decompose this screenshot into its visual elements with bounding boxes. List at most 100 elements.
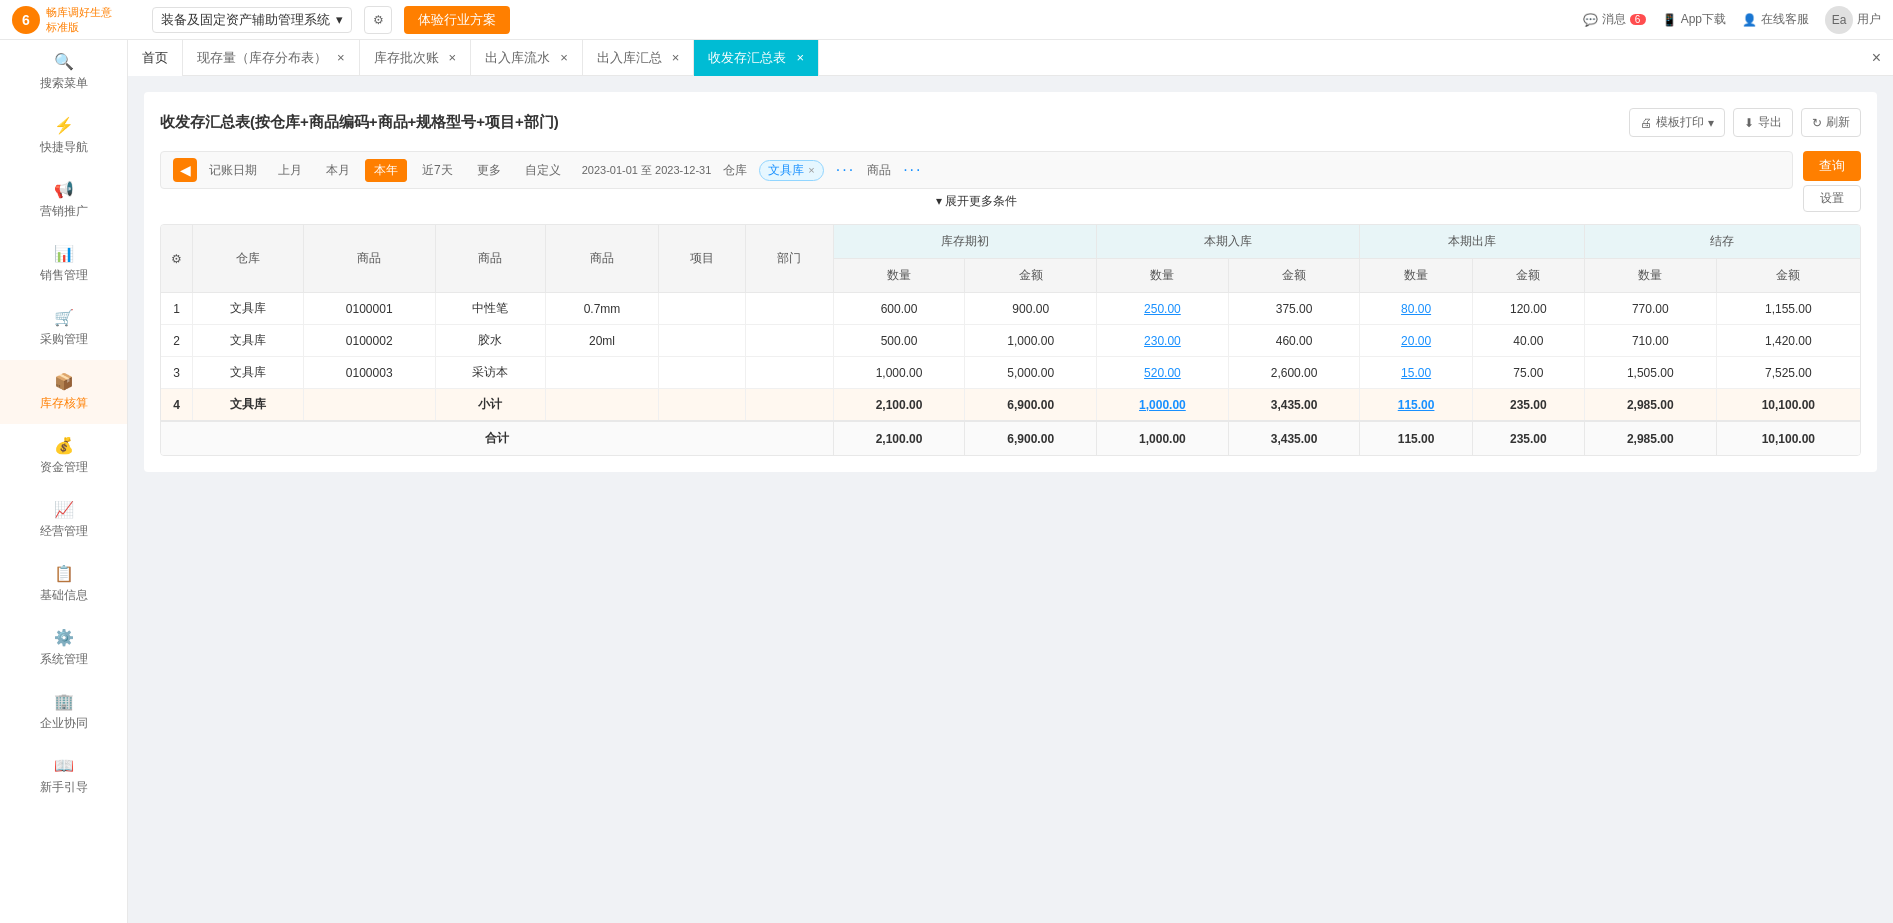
system-dropdown[interactable]: 装备及固定资产辅助管理系统 ▾ [152,7,352,33]
row-bal-amt: 7,525.00 [1716,357,1860,389]
tab-inout-summary-close[interactable]: × [672,50,680,65]
row-begin-amt: 900.00 [965,293,1097,325]
sidebar-item-guide[interactable]: 📖 新手引导 [0,744,127,808]
row-out-amt: 40.00 [1472,325,1584,357]
tab-bar: 首页 现存量（库存分布表） × 库存批次账 × 出入库流水 × 出入库汇总 × … [128,40,1893,76]
row-num: 4 [161,389,193,422]
th-dept: 部门 [746,225,834,293]
trial-button[interactable]: 体验行业方案 [404,6,510,34]
footer-out-qty: 115.00 [1360,421,1472,455]
tab-inout-flow[interactable]: 出入库流水 × [471,40,583,76]
th-out-qty: 数量 [1360,259,1472,293]
sidebar-label-quicknav: 快捷导航 [40,139,88,156]
tab-inventory-dist-close[interactable]: × [337,50,345,65]
sidebar-item-purchase[interactable]: 🛒 采购管理 [0,296,127,360]
filter-settings-btn[interactable]: 设置 [1803,185,1861,212]
date-btn-7days[interactable]: 近7天 [413,159,462,182]
export-btn[interactable]: ⬇ 导出 [1733,108,1793,137]
th-spec: 商品 [546,225,658,293]
row-in-qty[interactable]: 520.00 [1097,357,1229,389]
date-btn-this-year[interactable]: 本年 [365,159,407,182]
sidebar-item-basic-info[interactable]: 📋 基础信息 [0,552,127,616]
row-in-amt: 2,600.00 [1228,357,1360,389]
tab-batch-ledger[interactable]: 库存批次账 × [360,40,472,76]
th-bal-amt: 金额 [1716,259,1860,293]
table-settings-icon[interactable]: ⚙ [171,252,182,266]
sidebar-item-inventory[interactable]: 📦 库存核算 [0,360,127,424]
tab-receive-send-close[interactable]: × [796,50,804,65]
tab-inout-flow-close[interactable]: × [560,50,568,65]
sidebar-item-enterprise[interactable]: 🏢 企业协同 [0,680,127,744]
print-template-btn[interactable]: 🖨 模板打印 ▾ [1629,108,1725,137]
row-code: 0100002 [303,325,435,357]
date-btn-custom[interactable]: 自定义 [516,159,570,182]
footer-out-amt: 235.00 [1472,421,1584,455]
row-num: 3 [161,357,193,389]
date-btn-more[interactable]: 更多 [468,159,510,182]
row-bal-amt: 10,100.00 [1716,389,1860,422]
chevron-down-icon: ▾ [936,194,942,208]
row-in-qty[interactable]: 250.00 [1097,293,1229,325]
date-btn-this-month[interactable]: 本月 [317,159,359,182]
row-in-qty[interactable]: 230.00 [1097,325,1229,357]
date-label: 记账日期 [209,162,257,179]
gear-settings-btn[interactable]: ⚙ [364,6,392,34]
sidebar-item-quicknav[interactable]: ⚡ 快捷导航 [0,104,127,168]
goods-dots[interactable]: ··· [903,161,922,179]
date-btn-last-month[interactable]: 上月 [269,159,311,182]
sidebar-label-enterprise: 企业协同 [40,715,88,732]
row-in-qty[interactable]: 1,000.00 [1097,389,1229,422]
row-spec: 0.7mm [546,293,658,325]
th-in-amt: 金额 [1228,259,1360,293]
row-out-qty[interactable]: 20.00 [1360,325,1472,357]
logo-text: 畅库调好生意 标准版 [46,5,112,34]
sidebar-item-sales[interactable]: 📊 销售管理 [0,232,127,296]
th-settings: ⚙ [161,225,193,293]
sidebar-item-search[interactable]: 🔍 搜索菜单 [0,40,127,104]
service-icon: 👤 [1742,13,1757,27]
refresh-icon: ↻ [1812,116,1822,130]
tab-inventory-dist-label: 现存量（库存分布表） [197,49,327,67]
quicknav-icon: ⚡ [54,116,74,135]
tab-inout-summary[interactable]: 出入库汇总 × [583,40,695,76]
row-warehouse: 文具库 [193,357,304,389]
sidebar-item-operations[interactable]: 📈 经营管理 [0,488,127,552]
row-bal-qty: 2,985.00 [1584,389,1716,422]
row-dept [746,325,834,357]
row-out-qty[interactable]: 15.00 [1360,357,1472,389]
warehouse-tag-remove[interactable]: × [808,164,814,176]
refresh-btn[interactable]: ↻ 刷新 [1801,108,1861,137]
row-bal-qty: 710.00 [1584,325,1716,357]
app-download-btn[interactable]: 📱 App下载 [1662,11,1726,28]
query-btn[interactable]: 查询 [1803,151,1861,181]
row-warehouse: 文具库 [193,325,304,357]
tab-receive-send[interactable]: 收发存汇总表 × [694,40,819,76]
sidebar-item-marketing[interactable]: 📢 营销推广 [0,168,127,232]
online-service-btn[interactable]: 👤 在线客服 [1742,11,1809,28]
filter-toggle-btn[interactable]: ◀ [173,158,197,182]
date-range: 2023-01-01 至 2023-12-31 [582,163,712,178]
message-btn[interactable]: 💬 消息 6 [1583,11,1646,28]
sidebar-label-basicinfo: 基础信息 [40,587,88,604]
row-out-qty[interactable]: 80.00 [1360,293,1472,325]
th-group-out: 本期出库 [1360,225,1584,259]
th-project: 项目 [658,225,746,293]
page-content: 收发存汇总表(按仓库+商品编码+商品+规格型号+项目+部门) 🖨 模板打印 ▾ … [128,76,1893,923]
tab-batch-ledger-close[interactable]: × [449,50,457,65]
expand-conditions-btn[interactable]: ▾ 展开更多条件 [936,193,1017,210]
row-dept [746,293,834,325]
tab-bar-close-btn[interactable]: × [1860,49,1893,67]
sidebar-label-guide: 新手引导 [40,779,88,796]
row-in-amt: 460.00 [1228,325,1360,357]
warehouse-dots[interactable]: ··· [836,161,855,179]
footer-in-qty: 1,000.00 [1097,421,1229,455]
sidebar-item-finance[interactable]: 💰 资金管理 [0,424,127,488]
sidebar-item-system[interactable]: ⚙️ 系统管理 [0,616,127,680]
finance-icon: 💰 [54,436,74,455]
tab-inventory-dist[interactable]: 现存量（库存分布表） × [183,40,360,76]
row-out-qty[interactable]: 115.00 [1360,389,1472,422]
sidebar: 🔍 搜索菜单 ⚡ 快捷导航 📢 营销推广 📊 销售管理 🛒 采购管理 📦 库存核… [0,40,128,923]
user-area[interactable]: Ea 用户 [1825,6,1881,34]
row-out-amt: 75.00 [1472,357,1584,389]
tab-home[interactable]: 首页 [128,40,183,76]
